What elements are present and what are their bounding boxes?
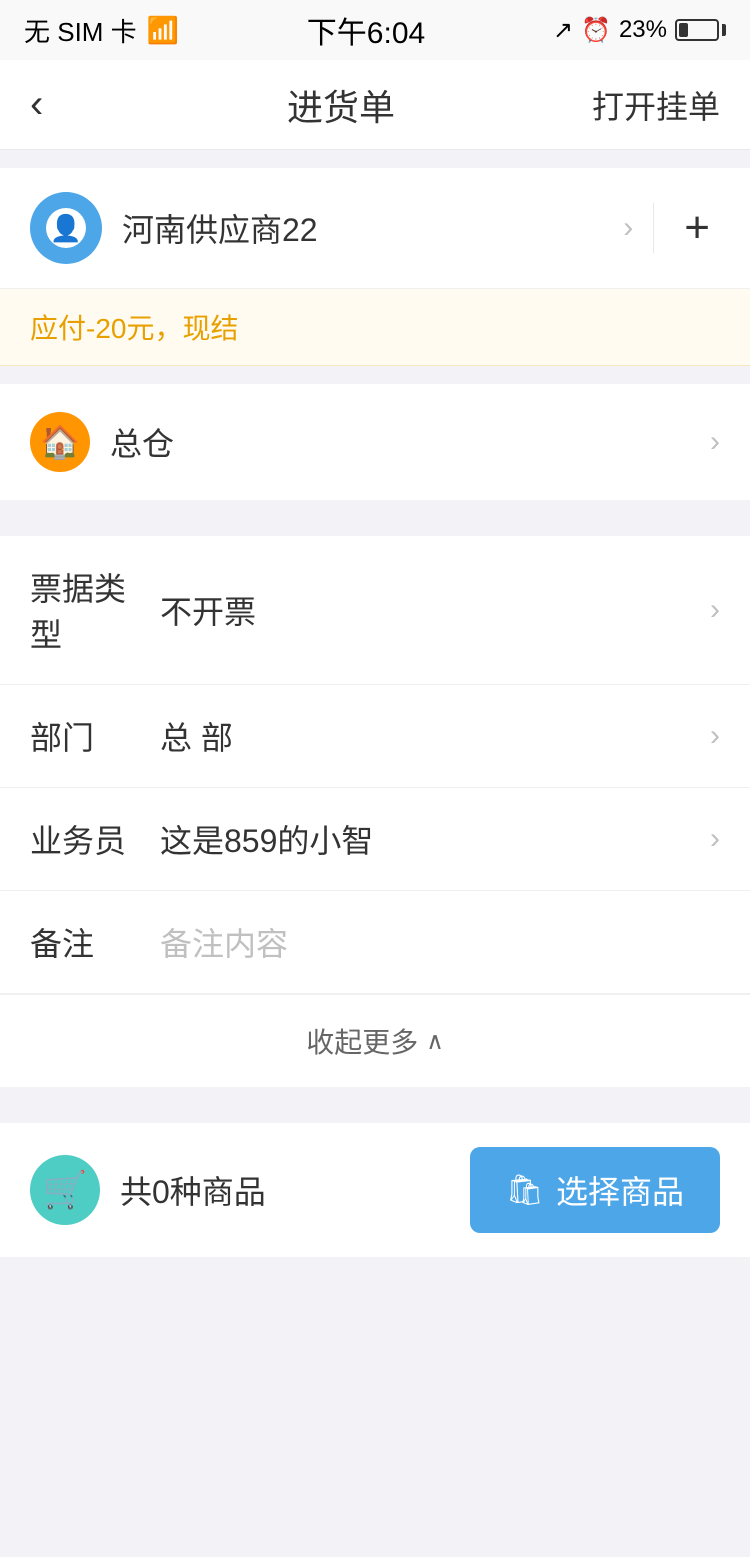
cart-icon: 🛍	[506, 1173, 544, 1208]
notice-text: 应付-20元，现结	[30, 313, 238, 344]
section-divider-1	[0, 150, 750, 168]
chevron-right-icon: ›	[710, 822, 720, 856]
nav-bar: ‹ 进货单 打开挂单	[0, 60, 750, 150]
collapse-row[interactable]: 收起更多 ∧	[0, 994, 750, 1087]
select-product-button[interactable]: 🛍 选择商品	[470, 1147, 720, 1233]
select-btn-label: 选择商品	[556, 1167, 684, 1213]
carrier-text: 无 SIM 卡	[24, 12, 137, 49]
remark-input[interactable]: 备注内容	[150, 919, 720, 965]
section-divider-4	[0, 1087, 750, 1105]
status-time: 下午6:04	[307, 8, 425, 52]
collapse-arrow-icon: ∧	[426, 1027, 444, 1056]
location-icon: ↗	[553, 16, 573, 45]
alarm-icon: ⏰	[581, 16, 611, 45]
chevron-right-icon: ›	[623, 211, 633, 245]
chevron-right-icon: ›	[710, 593, 720, 627]
product-icon: 🛒	[30, 1155, 100, 1225]
avatar: 👤	[30, 192, 102, 264]
battery-icon	[675, 19, 726, 41]
supplier-name: 河南供应商22	[122, 205, 623, 251]
chevron-right-icon: ›	[710, 719, 720, 753]
remark-label: 备注	[30, 919, 150, 965]
status-right: ↗ ⏰ 23%	[553, 16, 726, 45]
warehouse-icon: 🏠	[30, 412, 90, 472]
status-bar: 无 SIM 卡 📶 下午6:04 ↗ ⏰ 23%	[0, 0, 750, 60]
vertical-divider	[653, 203, 654, 253]
invoice-value: 不开票	[150, 587, 710, 633]
product-count: 共0种商品	[120, 1167, 450, 1213]
chevron-right-icon: ›	[710, 425, 720, 459]
open-pending-button[interactable]: 打开挂单	[592, 82, 720, 128]
warehouse-section: 🏠 总仓 ›	[0, 384, 750, 500]
form-section: 票据类型 不开票 › 部门 总 部 › 业务员 这是859的小智 › 备注 备注…	[0, 536, 750, 1087]
wifi-icon: 📶	[147, 15, 179, 46]
status-left: 无 SIM 卡 📶	[24, 12, 179, 49]
invoice-row[interactable]: 票据类型 不开票 ›	[0, 536, 750, 685]
salesman-label: 业务员	[30, 816, 150, 862]
section-divider-3	[0, 500, 750, 518]
collapse-label: 收起更多	[306, 1021, 418, 1061]
supplier-row[interactable]: 👤 河南供应商22 › +	[0, 168, 750, 289]
warehouse-name: 总仓	[110, 419, 710, 465]
page-background	[0, 1257, 750, 1557]
department-label: 部门	[30, 713, 150, 759]
back-button[interactable]: ‹	[30, 82, 90, 127]
invoice-label: 票据类型	[30, 564, 150, 656]
remark-row[interactable]: 备注 备注内容	[0, 891, 750, 994]
supplier-section: 👤 河南供应商22 › + 应付-20元，现结	[0, 168, 750, 366]
section-divider-2	[0, 366, 750, 384]
bottom-section: 🛒 共0种商品 🛍 选择商品	[0, 1123, 750, 1257]
department-row[interactable]: 部门 总 部 ›	[0, 685, 750, 788]
notice-bar: 应付-20元，现结	[0, 289, 750, 366]
department-value: 总 部	[150, 713, 710, 759]
warehouse-row[interactable]: 🏠 总仓 ›	[0, 384, 750, 500]
user-icon: 👤	[46, 208, 86, 248]
battery-text: 23%	[619, 16, 667, 44]
page-title: 进货单	[287, 79, 395, 131]
salesman-value: 这是859的小智	[150, 816, 710, 862]
add-supplier-button[interactable]: +	[674, 203, 720, 253]
salesman-row[interactable]: 业务员 这是859的小智 ›	[0, 788, 750, 891]
